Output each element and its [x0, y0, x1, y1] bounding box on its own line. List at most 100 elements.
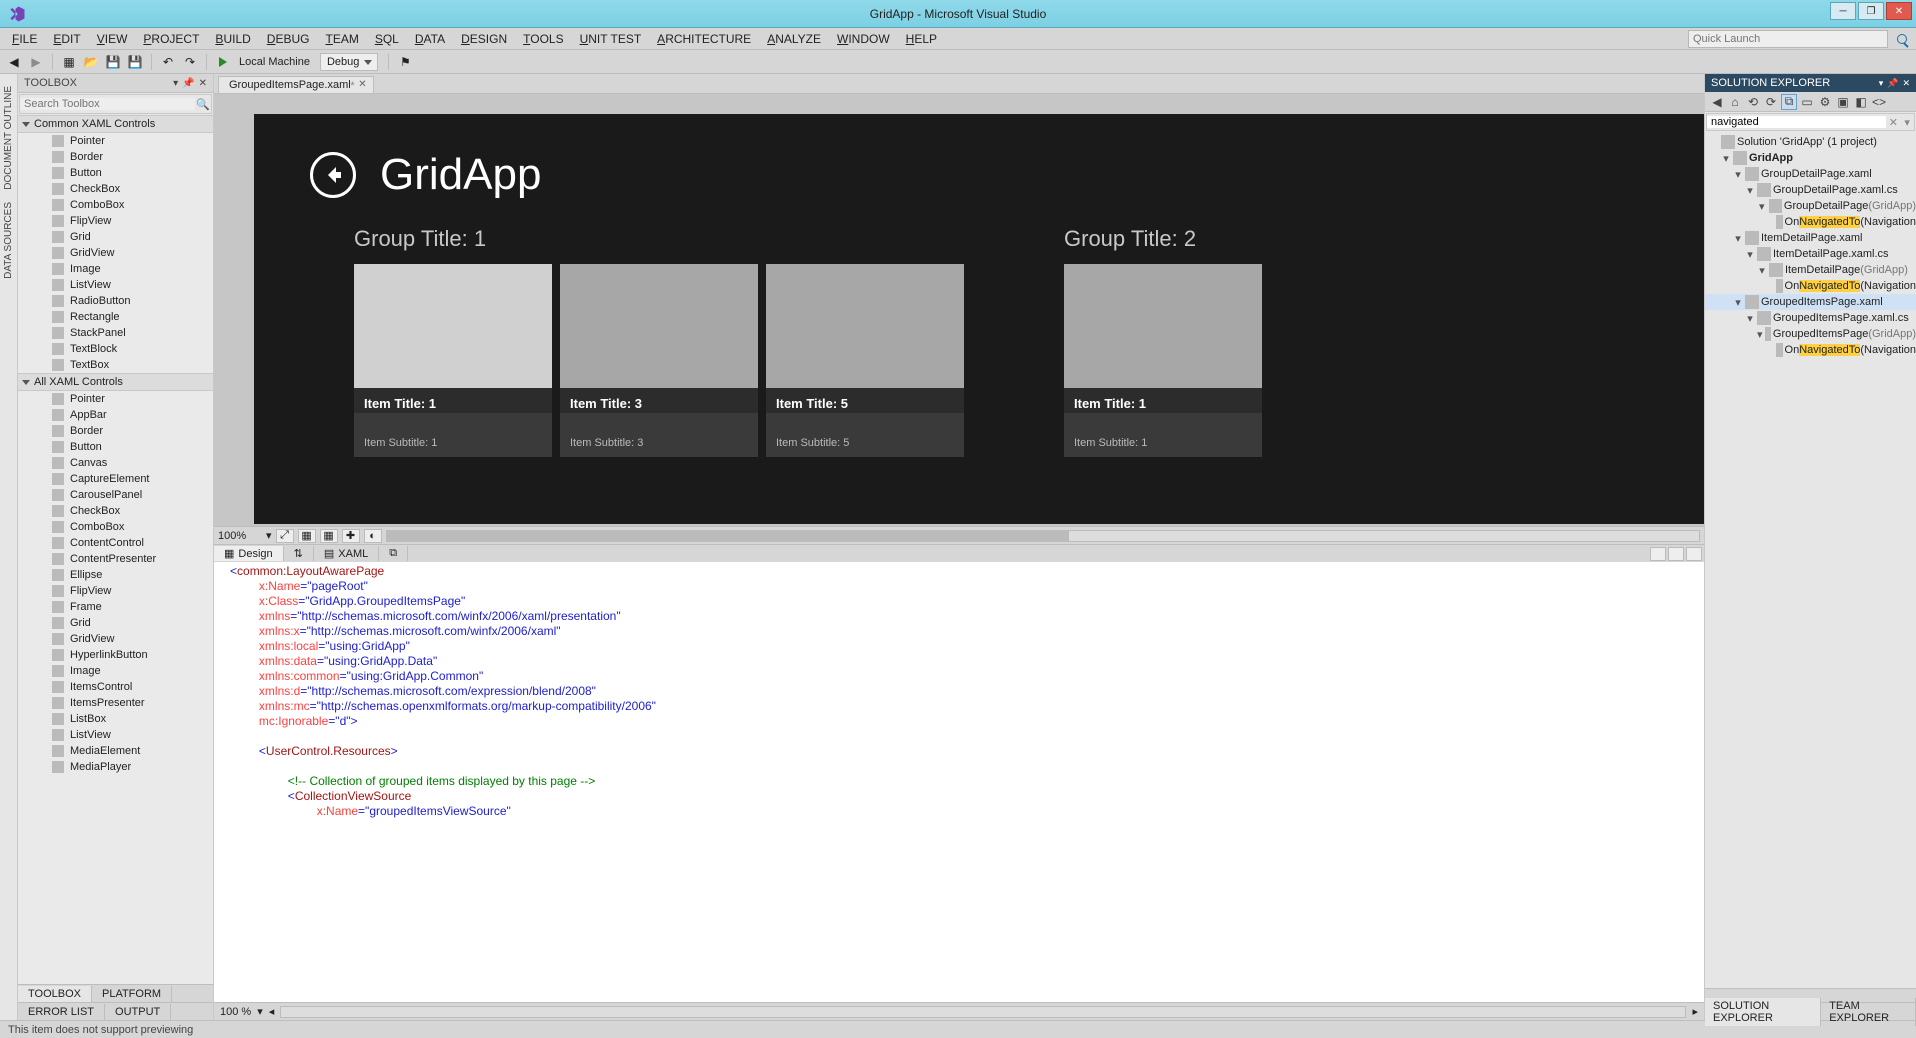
sol-cs-file[interactable]: ▾GroupDetailPage.xaml.cs [1705, 182, 1916, 198]
grid-item[interactable]: Item Title: 5Item Subtitle: 5 [766, 264, 964, 457]
toolbox-item[interactable]: StackPanel [18, 325, 213, 341]
code-nav-left-icon[interactable]: ◂ [269, 1005, 275, 1018]
quick-launch-box[interactable] [1688, 30, 1888, 48]
menu-data[interactable]: DATA [407, 30, 453, 48]
xaml-code-editor[interactable]: <common:LayoutAwarePage x:Name="pageRoot… [214, 562, 1704, 1002]
close-button[interactable]: ✕ [1886, 2, 1912, 20]
rail-document-outline[interactable]: DOCUMENT OUTLINE [2, 80, 15, 196]
save-all-icon[interactable]: 💾 [125, 52, 145, 72]
designer-hscroll[interactable] [386, 530, 1700, 542]
fit-icon[interactable]: ⤢ [276, 529, 294, 543]
sol-preview-icon[interactable]: ▣ [1835, 94, 1851, 110]
nav-fwd-icon[interactable]: ▶ [26, 52, 46, 72]
grid-item[interactable]: Item Title: 1Item Subtitle: 1 [1064, 264, 1262, 457]
code-hscroll[interactable] [280, 1006, 1686, 1018]
toolbox-item[interactable]: ContentControl [18, 535, 213, 551]
grid-item[interactable]: Item Title: 3Item Subtitle: 3 [560, 264, 758, 457]
sol-method[interactable]: OnNavigatedTo(Navigation [1705, 214, 1916, 230]
configuration-dropdown[interactable]: Debug [320, 53, 378, 71]
toolbox-item[interactable]: FlipView [18, 583, 213, 599]
search-icon[interactable]: 🔍 [195, 98, 211, 111]
toolbox-item[interactable]: RadioButton [18, 293, 213, 309]
doc-tab-grouped-items[interactable]: GroupedItemsPage.xaml * ✕ [218, 76, 374, 93]
split-collapse-icon[interactable] [1686, 547, 1702, 561]
run-target-label[interactable]: Local Machine [235, 56, 314, 68]
xaml-designer-surface[interactable]: GridApp Group Title: 1Item Title: 1Item … [214, 94, 1704, 544]
sol-back-icon[interactable]: ◀ [1709, 94, 1725, 110]
start-debug-button[interactable] [213, 52, 233, 72]
code-nav-right-icon[interactable]: ▸ [1692, 1005, 1698, 1018]
menu-analyze[interactable]: ANALYZE [759, 30, 829, 48]
toolbox-item[interactable]: ListView [18, 727, 213, 743]
menu-design[interactable]: DESIGN [453, 30, 515, 48]
snap-icon[interactable]: ✚ [342, 529, 360, 543]
menu-team[interactable]: TEAM [317, 30, 366, 48]
toolbox-item[interactable]: Pointer [18, 133, 213, 149]
toolbox-item[interactable]: ContentPresenter [18, 551, 213, 567]
sol-xaml-file[interactable]: ▾ItemDetailPage.xaml [1705, 230, 1916, 246]
sol-solution[interactable]: Solution 'GridApp' (1 project) [1705, 134, 1916, 150]
doc-tab-close-icon[interactable]: ✕ [358, 79, 366, 90]
toolbox-item[interactable]: Frame [18, 599, 213, 615]
tab-swap[interactable]: ⇅ [284, 546, 314, 561]
toolbox-item[interactable]: TextBox [18, 357, 213, 373]
toolbox-item[interactable]: ListView [18, 277, 213, 293]
tab-toolbox[interactable]: TOOLBOX [18, 986, 92, 1002]
toolbox-item[interactable]: Image [18, 261, 213, 277]
split-horz-icon[interactable] [1668, 547, 1684, 561]
sol-showall-icon[interactable]: ▭ [1799, 94, 1815, 110]
sol-pin-icon[interactable]: 📌 [1887, 78, 1898, 89]
toolbox-item[interactable]: MediaElement [18, 743, 213, 759]
menu-view[interactable]: VIEW [89, 30, 136, 48]
menu-architecture[interactable]: ARCHITECTURE [649, 30, 759, 48]
toolbox-search[interactable]: 🔍 [19, 94, 212, 114]
nav-back-icon[interactable]: ◀ [4, 52, 24, 72]
tab-design[interactable]: ▦ Design [214, 546, 284, 561]
sol-class[interactable]: ▾GroupedItemsPage (GridApp) [1705, 326, 1916, 342]
restore-button[interactable]: ❐ [1858, 2, 1884, 20]
toolbox-item[interactable]: Button [18, 165, 213, 181]
sol-method[interactable]: OnNavigatedTo(Navigation [1705, 342, 1916, 358]
toolbox-item[interactable]: AppBar [18, 407, 213, 423]
sol-dropdown-icon[interactable]: ▾ [1879, 78, 1884, 89]
code-zoom[interactable]: 100 % [220, 1006, 251, 1018]
toolbox-item[interactable]: ItemsPresenter [18, 695, 213, 711]
toolbox-item[interactable]: GridView [18, 245, 213, 261]
menu-help[interactable]: HELP [898, 30, 945, 48]
toolbox-item[interactable]: Ellipse [18, 567, 213, 583]
solution-search-dropdown-icon[interactable]: ▾ [1900, 116, 1914, 129]
toolbox-item[interactable]: ItemsControl [18, 679, 213, 695]
tab-platform[interactable]: PLATFORM [92, 986, 172, 1002]
toolbox-item[interactable]: Grid [18, 229, 213, 245]
toolbox-item[interactable]: Border [18, 423, 213, 439]
sol-cs-file[interactable]: ▾ItemDetailPage.xaml.cs [1705, 246, 1916, 262]
menu-build[interactable]: BUILD [207, 30, 258, 48]
toolbar-extra-icon[interactable]: ⚑ [395, 52, 415, 72]
tab-team-explorer[interactable]: TEAM EXPLORER [1821, 998, 1916, 1026]
new-project-icon[interactable]: ▦ [59, 52, 79, 72]
sol-method[interactable]: OnNavigatedTo(Navigation [1705, 278, 1916, 294]
menu-debug[interactable]: DEBUG [259, 30, 318, 48]
toolbox-item[interactable]: Image [18, 663, 213, 679]
save-icon[interactable]: 💾 [103, 52, 123, 72]
sol-code-icon[interactable]: <> [1871, 94, 1887, 110]
tab-error-list[interactable]: ERROR LIST [18, 1004, 105, 1020]
grid-4-icon[interactable]: ▦ [320, 529, 338, 543]
toolbox-item[interactable]: CarouselPanel [18, 487, 213, 503]
toolbox-item[interactable]: MediaPlayer [18, 759, 213, 775]
menu-window[interactable]: WINDOW [829, 30, 898, 48]
toolbox-item[interactable]: CheckBox [18, 503, 213, 519]
sol-class[interactable]: ▾ItemDetailPage (GridApp) [1705, 262, 1916, 278]
grid-3-icon[interactable]: ▦ [298, 529, 316, 543]
toolbox-item[interactable]: Pointer [18, 391, 213, 407]
menu-sql[interactable]: SQL [367, 30, 407, 48]
sol-xaml-file[interactable]: ▾GroupDetailPage.xaml [1705, 166, 1916, 182]
sol-properties-icon[interactable]: ⚙ [1817, 94, 1833, 110]
solution-search[interactable]: ✕ ▾ [1706, 113, 1915, 131]
toolbox-search-input[interactable] [20, 98, 195, 110]
toolbox-item[interactable]: ComboBox [18, 519, 213, 535]
toolbox-group-header[interactable]: All XAML Controls [18, 373, 213, 391]
code-zoom-dropdown-icon[interactable]: ▾ [257, 1005, 263, 1018]
sol-sync-icon[interactable]: ⟲ [1745, 94, 1761, 110]
minimize-button[interactable]: ─ [1830, 2, 1856, 20]
